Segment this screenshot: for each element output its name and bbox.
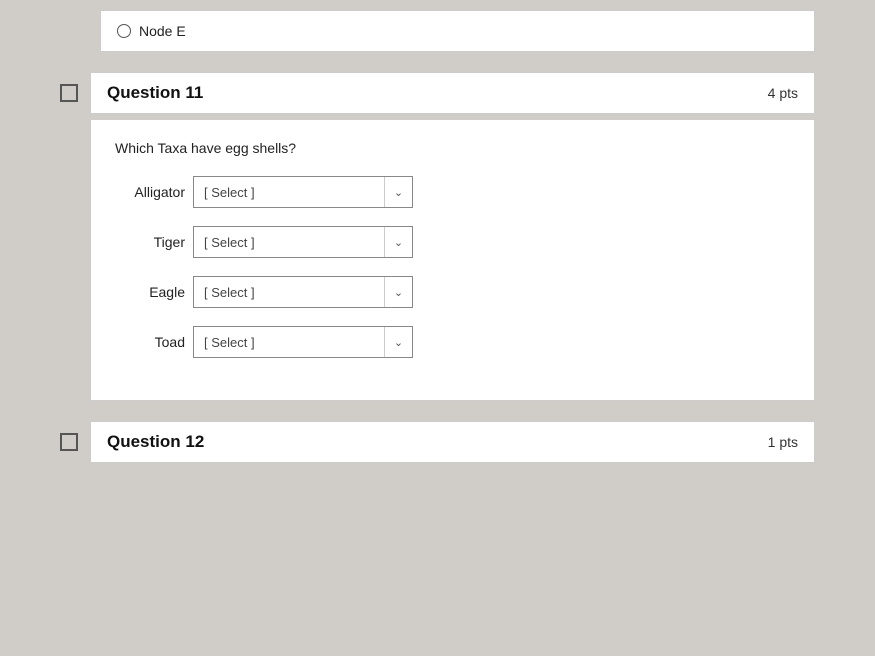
chevron-down-icon-toad: ⌄ bbox=[384, 327, 412, 357]
taxa-select-text-alligator: [ Select ] bbox=[194, 185, 384, 200]
question-11-header: Question 11 4 pts bbox=[60, 72, 815, 114]
taxa-row-tiger: Tiger [ Select ] ⌄ bbox=[115, 226, 790, 258]
chevron-down-icon-alligator: ⌄ bbox=[384, 177, 412, 207]
taxa-label-alligator: Alligator bbox=[115, 184, 185, 200]
question-11-pts: 4 pts bbox=[768, 85, 798, 101]
chevron-down-icon-eagle: ⌄ bbox=[384, 277, 412, 307]
taxa-row-toad: Toad [ Select ] ⌄ bbox=[115, 326, 790, 358]
taxa-select-eagle[interactable]: [ Select ] ⌄ bbox=[193, 276, 413, 308]
node-e-option: Node E bbox=[117, 23, 798, 39]
node-e-section: Node E bbox=[100, 10, 815, 52]
taxa-select-toad[interactable]: [ Select ] ⌄ bbox=[193, 326, 413, 358]
node-e-radio[interactable] bbox=[117, 24, 131, 38]
question-12-pts: 1 pts bbox=[768, 434, 798, 450]
taxa-select-tiger[interactable]: [ Select ] ⌄ bbox=[193, 226, 413, 258]
chevron-down-icon-tiger: ⌄ bbox=[384, 227, 412, 257]
question-11-checkbox[interactable] bbox=[60, 84, 78, 102]
taxa-label-tiger: Tiger bbox=[115, 234, 185, 250]
question-12-title: Question 12 bbox=[107, 432, 204, 452]
question-11-title-bar: Question 11 4 pts bbox=[90, 72, 815, 114]
taxa-select-text-tiger: [ Select ] bbox=[194, 235, 384, 250]
question-12-checkbox[interactable] bbox=[60, 433, 78, 451]
taxa-label-toad: Toad bbox=[115, 334, 185, 350]
question-11-body: Which Taxa have egg shells? Alligator [ … bbox=[90, 120, 815, 401]
question-12-block: Question 12 1 pts bbox=[60, 421, 815, 463]
question-11-title: Question 11 bbox=[107, 83, 203, 103]
question-11-prompt: Which Taxa have egg shells? bbox=[115, 140, 790, 156]
taxa-select-alligator[interactable]: [ Select ] ⌄ bbox=[193, 176, 413, 208]
question-12-header: Question 12 1 pts bbox=[60, 421, 815, 463]
question-11-block: Question 11 4 pts Which Taxa have egg sh… bbox=[60, 72, 815, 401]
question-12-title-bar: Question 12 1 pts bbox=[90, 421, 815, 463]
page-wrapper: Node E Question 11 4 pts Which Taxa have… bbox=[0, 0, 875, 656]
taxa-select-text-eagle: [ Select ] bbox=[194, 285, 384, 300]
taxa-label-eagle: Eagle bbox=[115, 284, 185, 300]
taxa-row-eagle: Eagle [ Select ] ⌄ bbox=[115, 276, 790, 308]
node-e-label: Node E bbox=[139, 23, 186, 39]
taxa-row-alligator: Alligator [ Select ] ⌄ bbox=[115, 176, 790, 208]
taxa-select-text-toad: [ Select ] bbox=[194, 335, 384, 350]
